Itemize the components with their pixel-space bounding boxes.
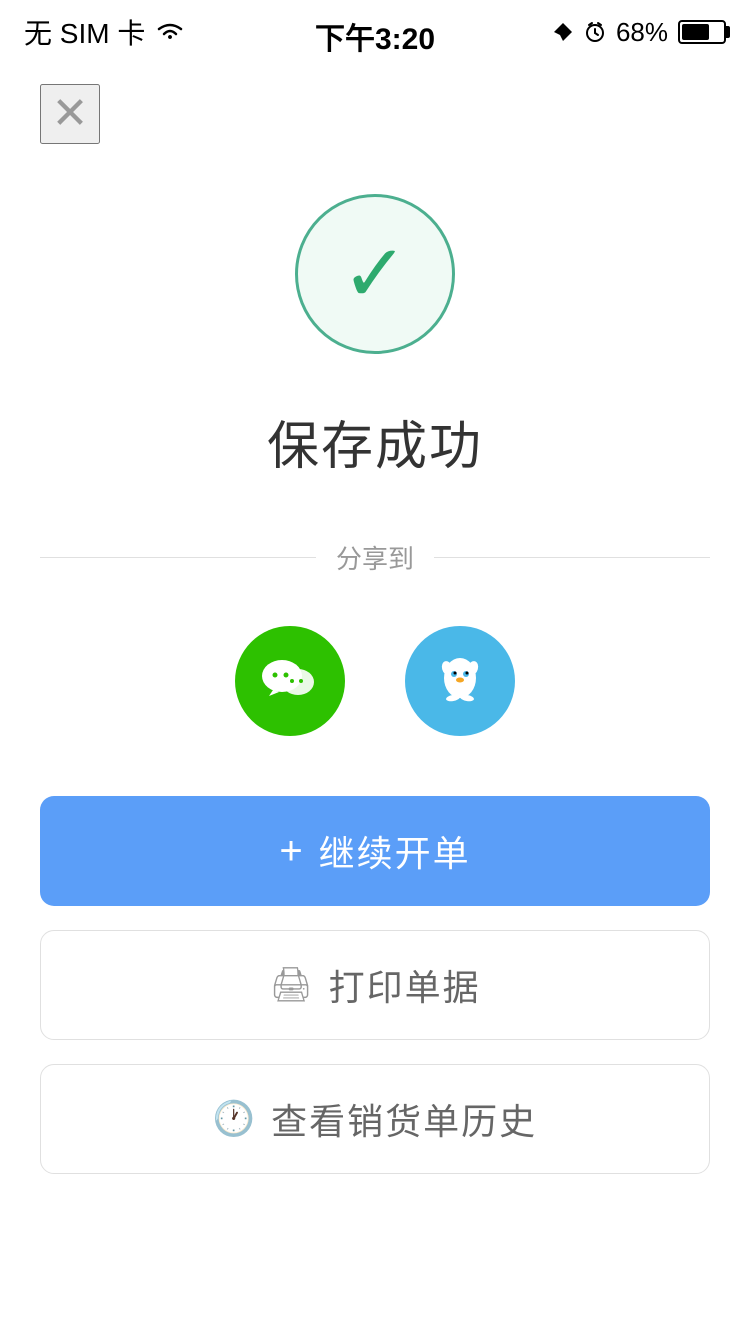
share-label: 分享到 xyxy=(336,539,414,576)
wechat-share-button[interactable] xyxy=(235,626,345,736)
checkmark-icon: ✓ xyxy=(341,234,408,314)
close-button[interactable]: ✕ xyxy=(40,84,100,144)
wifi-icon xyxy=(155,21,185,43)
continue-order-label: 继续开单 xyxy=(319,825,471,877)
action-buttons: + 继续开单 🖨 打印单据 🕐 查看销货单历史 xyxy=(40,796,710,1174)
battery-percent: 68% xyxy=(616,17,668,48)
wechat-icon xyxy=(255,646,325,716)
status-right: 68% xyxy=(552,17,726,48)
print-label: 打印单据 xyxy=(329,959,481,1011)
qq-icon xyxy=(425,646,495,716)
print-button[interactable]: 🖨 打印单据 xyxy=(40,930,710,1040)
qq-share-button[interactable] xyxy=(405,626,515,736)
alarm-icon xyxy=(584,21,606,43)
success-title: 保存成功 xyxy=(267,404,483,479)
plus-icon: + xyxy=(279,831,302,871)
battery-icon xyxy=(678,20,726,44)
print-icon: 🖨 xyxy=(269,965,312,1005)
divider-left xyxy=(40,557,316,558)
history-label: 查看销货单历史 xyxy=(271,1093,537,1145)
carrier-text: 无 SIM 卡 xyxy=(24,12,145,52)
share-divider: 分享到 xyxy=(40,539,710,576)
divider-right xyxy=(434,557,710,558)
share-icons xyxy=(235,626,515,736)
main-content: ✕ ✓ 保存成功 分享到 xyxy=(0,64,750,1334)
status-bar: 无 SIM 卡 下午3:20 68% xyxy=(0,0,750,64)
location-icon xyxy=(552,21,574,43)
success-indicator: ✓ xyxy=(295,194,455,354)
close-icon: ✕ xyxy=(52,92,89,136)
share-section: 分享到 xyxy=(40,539,710,736)
carrier-wifi: 无 SIM 卡 xyxy=(24,12,185,52)
history-icon: 🕐 xyxy=(213,1099,255,1139)
history-button[interactable]: 🕐 查看销货单历史 xyxy=(40,1064,710,1174)
continue-order-button[interactable]: + 继续开单 xyxy=(40,796,710,906)
time-display: 下午3:20 xyxy=(315,14,435,58)
